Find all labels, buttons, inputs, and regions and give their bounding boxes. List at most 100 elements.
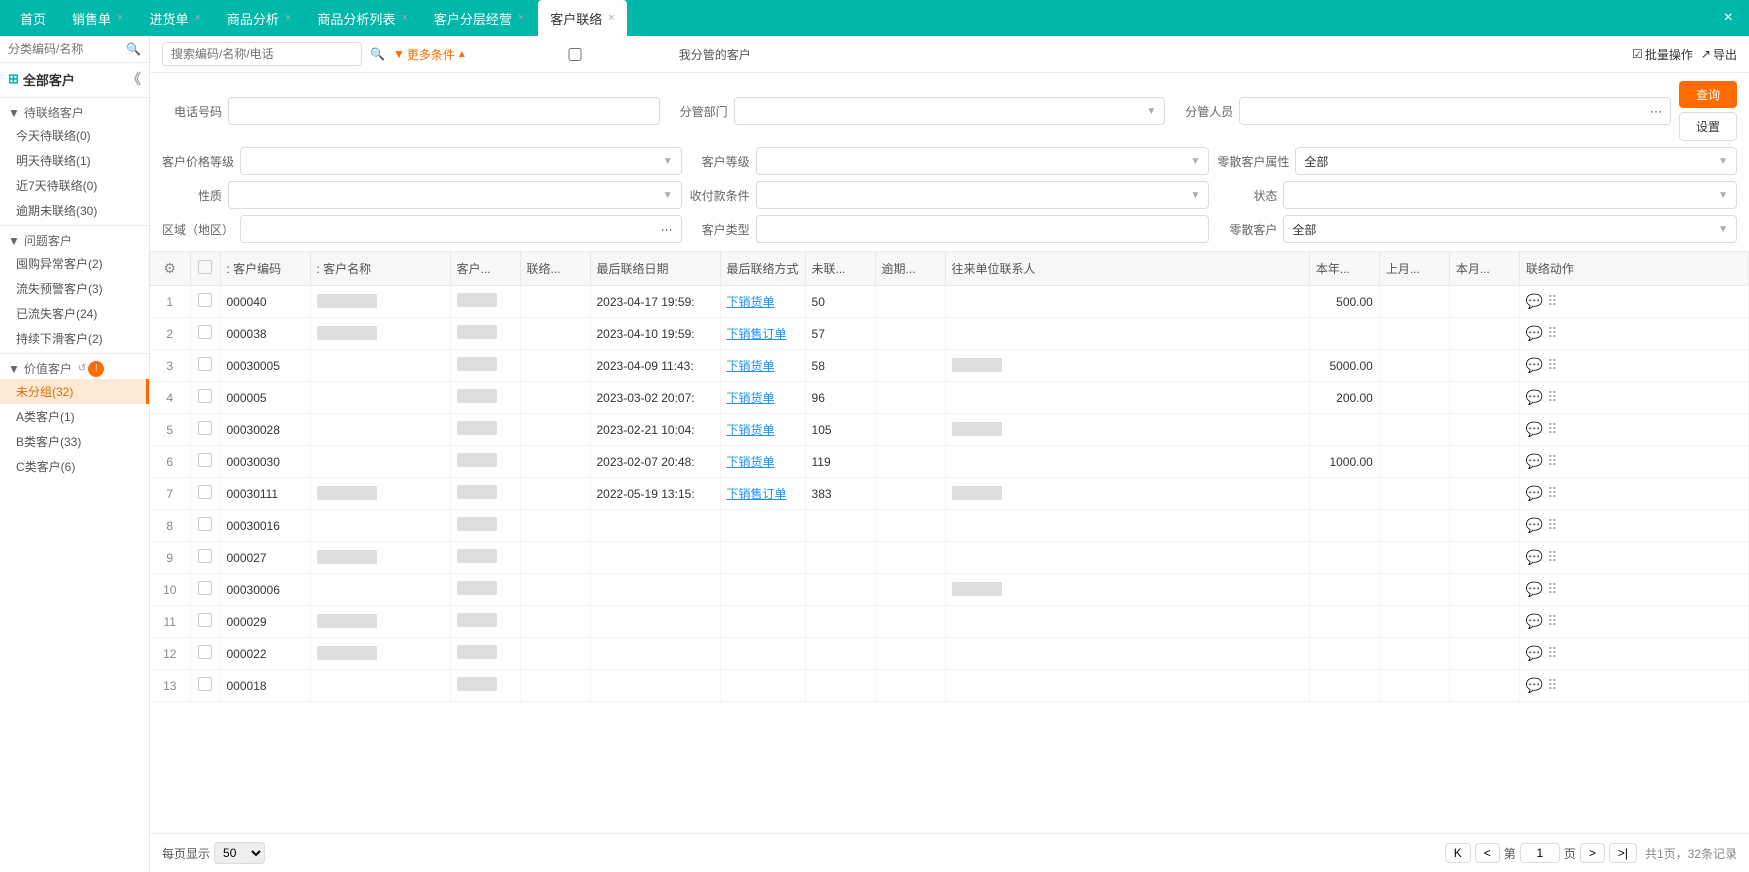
message-icon[interactable]: 💬 xyxy=(1526,389,1543,406)
current-page-input[interactable] xyxy=(1520,843,1560,863)
sidebar-item-overdue[interactable]: 逾期未联络(30) xyxy=(0,198,149,223)
sidebar-item-abnormal[interactable]: 囤购异常客户(2) xyxy=(0,251,149,276)
row-checkbox[interactable] xyxy=(190,286,220,318)
last-way-link[interactable]: 下销货单 xyxy=(727,359,775,373)
message-icon[interactable]: 💬 xyxy=(1526,581,1543,598)
more-icon[interactable]: ⠿ xyxy=(1547,325,1557,342)
nav-close-window[interactable]: × xyxy=(1716,9,1741,27)
row-checkbox[interactable] xyxy=(190,318,220,350)
field-price-level-select[interactable]: ▼ xyxy=(240,147,682,175)
field-dept-select[interactable]: ▼ xyxy=(734,97,1166,125)
field-customer-type-input[interactable] xyxy=(756,215,1210,243)
row-checkbox[interactable] xyxy=(190,350,220,382)
all-customers-header[interactable]: ⊞ 全部客户 《 xyxy=(0,63,149,95)
last-way-link[interactable]: 下销售订单 xyxy=(727,487,787,501)
sidebar-item-c-class[interactable]: C类客户(6) xyxy=(0,454,149,479)
row-last-way[interactable] xyxy=(720,606,805,638)
field-phone-input[interactable] xyxy=(228,97,660,125)
row-last-way[interactable] xyxy=(720,670,805,702)
tab-close-5[interactable]: × xyxy=(608,12,614,24)
row-checkbox[interactable] xyxy=(190,382,220,414)
next-page-button[interactable]: > xyxy=(1580,843,1605,863)
row-last-way[interactable] xyxy=(720,542,805,574)
batch-operation-button[interactable]: ☑ 批量操作 xyxy=(1632,46,1693,63)
sidebar-item-a-class[interactable]: A类客户(1) xyxy=(0,404,149,429)
more-icon[interactable]: ⠿ xyxy=(1547,677,1557,694)
sidebar-item-ungrouped[interactable]: 未分组(32) xyxy=(0,379,149,404)
sidebar-item-churn-warning[interactable]: 流失预警客户(3) xyxy=(0,276,149,301)
row-last-way[interactable]: 下销货单 xyxy=(720,446,805,478)
more-icon[interactable]: ⠿ xyxy=(1547,485,1557,502)
reset-button[interactable]: 设置 xyxy=(1679,112,1737,141)
row-checkbox[interactable] xyxy=(190,510,220,542)
row-last-way[interactable]: 下销货单 xyxy=(720,286,805,318)
field-customer-level-select[interactable]: ▼ xyxy=(756,147,1210,175)
last-way-link[interactable]: 下销售订单 xyxy=(727,327,787,341)
field-status-select[interactable]: ▼ xyxy=(1283,181,1737,209)
sidebar-item-today[interactable]: 今天待联络(0) xyxy=(0,123,149,148)
more-icon[interactable]: ⠿ xyxy=(1547,453,1557,470)
sidebar-item-churned[interactable]: 已流失客户(24) xyxy=(0,301,149,326)
row-last-way[interactable] xyxy=(720,638,805,670)
my-customer-checkbox[interactable] xyxy=(475,48,675,61)
field-retail-customer-select[interactable]: 全部▼ xyxy=(1283,215,1737,243)
row-last-way[interactable] xyxy=(720,574,805,606)
more-icon[interactable]: ⠿ xyxy=(1547,517,1557,534)
settings-icon[interactable]: ⚙ xyxy=(163,260,176,276)
th-gear[interactable]: ⚙ xyxy=(150,252,190,286)
field-payment-select[interactable]: ▼ xyxy=(756,181,1210,209)
more-icon[interactable]: ⠿ xyxy=(1547,293,1557,310)
search-input[interactable] xyxy=(162,42,362,66)
nav-tab-2[interactable]: 商品分析 × xyxy=(215,0,303,36)
row-last-way[interactable]: 下销售订单 xyxy=(720,318,805,350)
message-icon[interactable]: 💬 xyxy=(1526,453,1543,470)
field-manager-input[interactable]: ··· xyxy=(1239,97,1671,125)
more-icon[interactable]: ⠿ xyxy=(1547,581,1557,598)
last-way-link[interactable]: 下销货单 xyxy=(727,455,775,469)
message-icon[interactable]: 💬 xyxy=(1526,645,1543,662)
sidebar-item-b-class[interactable]: B类客户(33) xyxy=(0,429,149,454)
row-last-way[interactable]: 下销货单 xyxy=(720,350,805,382)
row-checkbox[interactable] xyxy=(190,574,220,606)
last-way-link[interactable]: 下销货单 xyxy=(727,391,775,405)
message-icon[interactable]: 💬 xyxy=(1526,549,1543,566)
last-way-link[interactable]: 下销货单 xyxy=(727,423,775,437)
sidebar-item-7days[interactable]: 近7天待联络(0) xyxy=(0,173,149,198)
more-icon[interactable]: ⠿ xyxy=(1547,357,1557,374)
group-value-customers[interactable]: ▼ 价值客户 ↺ ! xyxy=(0,356,149,379)
page-size-select[interactable]: 50 20 100 xyxy=(214,842,265,864)
nav-tab-3[interactable]: 商品分析列表 × xyxy=(305,0,419,36)
th-checkbox[interactable] xyxy=(190,252,220,286)
message-icon[interactable]: 💬 xyxy=(1526,517,1543,534)
tab-close-1[interactable]: × xyxy=(194,12,200,24)
message-icon[interactable]: 💬 xyxy=(1526,293,1543,310)
row-checkbox[interactable] xyxy=(190,606,220,638)
search-icon[interactable]: 🔍 xyxy=(370,47,385,61)
prev-page-button[interactable]: < xyxy=(1475,843,1500,863)
more-icon[interactable]: ⠿ xyxy=(1547,549,1557,566)
group-waiting-contact[interactable]: ▼ 待联络客户 xyxy=(0,100,149,123)
last-way-link[interactable]: 下销货单 xyxy=(727,295,775,309)
nav-tab-4[interactable]: 客户分层经营 × xyxy=(422,0,536,36)
tab-close-3[interactable]: × xyxy=(401,12,407,24)
field-region-input[interactable]: ··· xyxy=(240,215,682,243)
row-checkbox[interactable] xyxy=(190,542,220,574)
message-icon[interactable]: 💬 xyxy=(1526,485,1543,502)
header-checkbox[interactable] xyxy=(198,260,212,274)
row-checkbox[interactable] xyxy=(190,446,220,478)
row-last-way[interactable] xyxy=(720,510,805,542)
row-checkbox[interactable] xyxy=(190,638,220,670)
export-button[interactable]: ↗ 导出 xyxy=(1701,46,1737,63)
sidebar-search-icon[interactable]: 🔍 xyxy=(126,42,141,56)
row-checkbox[interactable] xyxy=(190,670,220,702)
nav-tab-1[interactable]: 进货单 × xyxy=(137,0,212,36)
last-page-button[interactable]: >| xyxy=(1609,843,1637,863)
tab-close-4[interactable]: × xyxy=(518,12,524,24)
sidebar-search-input[interactable] xyxy=(8,42,122,56)
tab-close-0[interactable]: × xyxy=(117,12,123,24)
search-button[interactable]: 查询 xyxy=(1679,81,1737,108)
message-icon[interactable]: 💬 xyxy=(1526,677,1543,694)
row-last-way[interactable]: 下销货单 xyxy=(720,382,805,414)
field-retail-attr-select[interactable]: 全部▼ xyxy=(1295,147,1737,175)
nav-home[interactable]: 首页 xyxy=(8,0,58,36)
